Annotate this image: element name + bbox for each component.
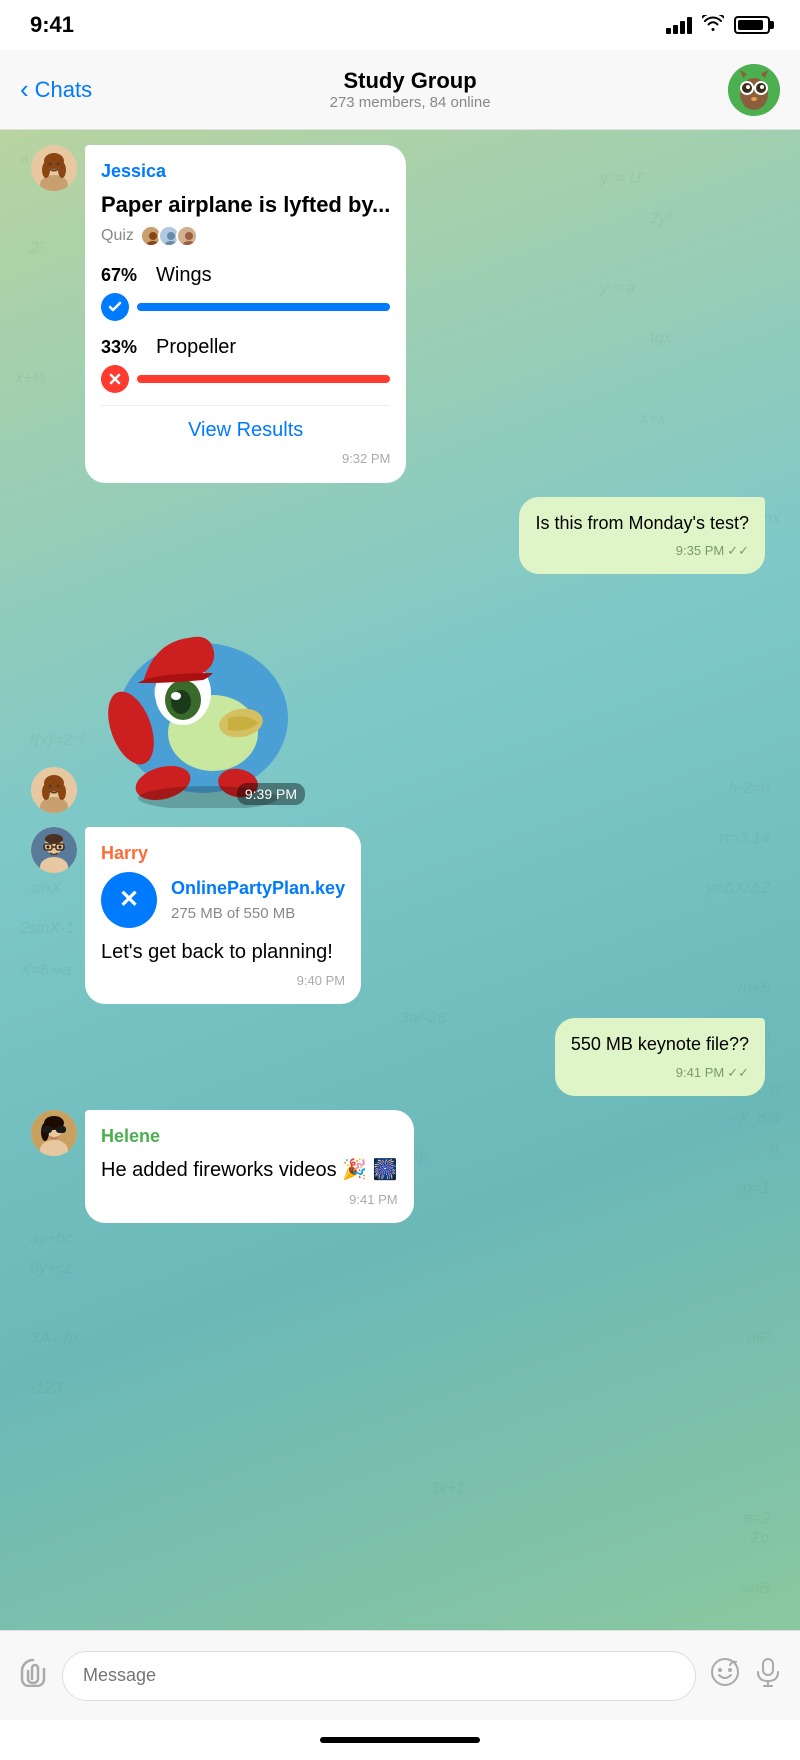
chat-title: Study Group [92, 68, 728, 94]
message-time: 9:32 PM [101, 450, 390, 468]
signal-icon [666, 17, 692, 34]
status-bar: 9:41 [0, 0, 800, 50]
view-results-button[interactable]: View Results [101, 405, 390, 444]
message-time: 9:40 PM [101, 972, 345, 990]
microphone-button[interactable] [754, 1657, 782, 1694]
poll-question: Paper airplane is lyfted by... [101, 190, 390, 221]
status-time: 9:41 [30, 12, 74, 38]
home-indicator [0, 1720, 800, 1760]
text-bubble: Helene He added fireworks videos 🎉 🎆 9:4… [85, 1110, 414, 1223]
avatar [31, 767, 77, 813]
sticker-container: 9:39 PM [93, 588, 313, 813]
avatar [31, 827, 77, 873]
back-button[interactable]: ‹ Chats [20, 74, 92, 105]
message-text: Let's get back to planning! [101, 938, 345, 966]
back-label: Chats [35, 77, 92, 103]
file-bubble: Harry ✕ OnlinePartyPlan.key 275 MB of 55… [85, 827, 361, 1004]
sender-name: Helene [101, 1124, 398, 1149]
message-row: Helene He added fireworks videos 🎉 🎆 9:4… [15, 1110, 785, 1223]
file-info: OnlinePartyPlan.key 275 MB of 550 MB [171, 876, 345, 924]
chat-subtitle: 273 members, 84 online [92, 94, 728, 111]
file-size: 275 MB of 550 MB [171, 903, 345, 924]
message-text: Is this from Monday's test? [535, 513, 749, 533]
text-bubble: Is this from Monday's test? 9:35 PM ✓✓ [519, 497, 765, 574]
attach-button[interactable] [18, 1657, 48, 1694]
sticker-time: 9:39 PM [237, 783, 305, 805]
sticker-image [93, 588, 313, 808]
nav-bar: ‹ Chats Study Group 273 members, 84 onli… [0, 50, 800, 130]
sender-name: Harry [101, 841, 345, 866]
read-receipts: ✓✓ [727, 542, 749, 560]
avatar [31, 145, 77, 191]
message-text: 550 MB keynote file?? [571, 1034, 749, 1054]
wifi-icon [702, 15, 724, 36]
group-avatar[interactable] [728, 64, 780, 116]
message-text: He added fireworks videos 🎉 🎆 [101, 1155, 398, 1185]
message-time: 9:35 PM ✓✓ [535, 542, 749, 560]
poll-option-2: 33% Propeller [101, 333, 390, 393]
chat-area: a_n = 0 y' = U' 2y³ 2² y = a tgx x+½ x+x… [0, 130, 800, 1630]
sticker-button[interactable] [710, 1657, 740, 1694]
message-row: Harry ✕ OnlinePartyPlan.key 275 MB of 55… [15, 827, 785, 1004]
message-input[interactable] [62, 1651, 696, 1701]
input-bar [0, 1630, 800, 1720]
file-attachment: ✕ OnlinePartyPlan.key 275 MB of 550 MB [101, 872, 345, 928]
file-download-icon[interactable]: ✕ [101, 872, 157, 928]
poll-option-1: 67% Wings [101, 261, 390, 321]
poll-bubble: Jessica Paper airplane is lyfted by... Q… [85, 145, 406, 483]
file-name: OnlinePartyPlan.key [171, 876, 345, 901]
message-row: Jessica Paper airplane is lyfted by... Q… [15, 145, 785, 483]
text-bubble: 550 MB keynote file?? 9:41 PM ✓✓ [555, 1018, 765, 1095]
nav-center: Study Group 273 members, 84 online [92, 68, 728, 111]
battery-icon [734, 16, 770, 34]
chevron-left-icon: ‹ [20, 74, 29, 105]
status-icons [666, 15, 770, 36]
message-row: 550 MB keynote file?? 9:41 PM ✓✓ [15, 1018, 785, 1095]
avatar [31, 1110, 77, 1156]
message-time: 9:41 PM ✓✓ [571, 1064, 749, 1082]
message-row: 9:39 PM [15, 588, 785, 813]
message-row: Is this from Monday's test? 9:35 PM ✓✓ [15, 497, 785, 574]
sender-name: Jessica [101, 159, 390, 184]
correct-icon [101, 293, 129, 321]
home-bar [320, 1737, 480, 1743]
read-receipts: ✓✓ [727, 1064, 749, 1082]
quiz-label: Quiz [101, 225, 390, 247]
wrong-icon [101, 365, 129, 393]
message-time: 9:41 PM [101, 1191, 398, 1209]
